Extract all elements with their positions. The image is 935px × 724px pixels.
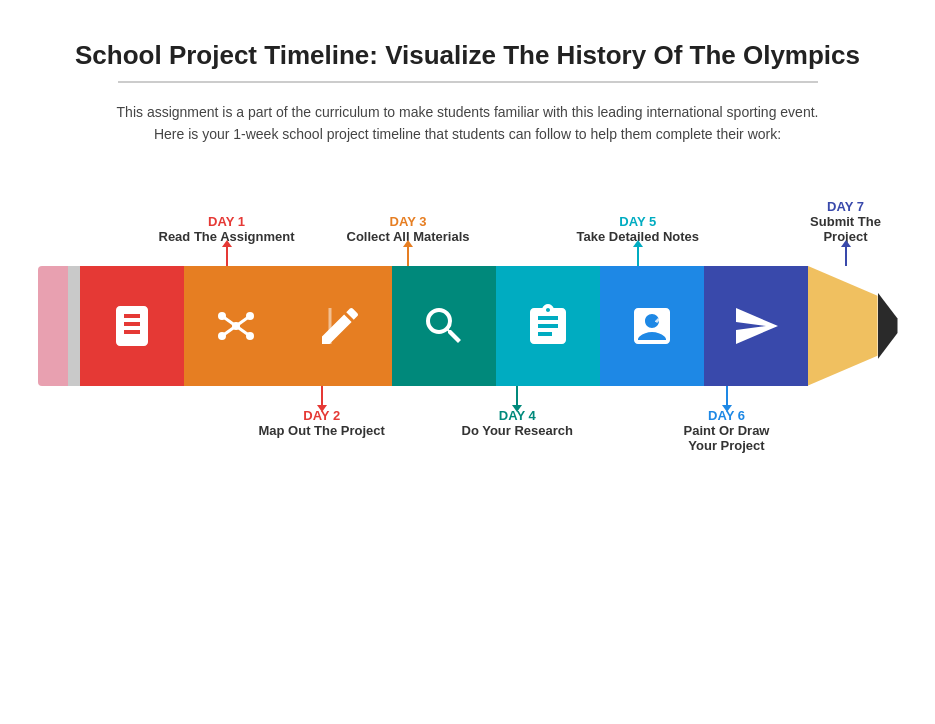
day1-label: DAY 1 (208, 214, 245, 229)
segment-3 (288, 266, 392, 386)
pencil-eraser (38, 266, 68, 386)
day2-text: Map Out The Project (259, 423, 385, 438)
pencil-band (68, 266, 80, 386)
day7-label: DAY 7 (827, 199, 864, 214)
segment-7 (704, 266, 808, 386)
segment-1 (80, 266, 184, 386)
svg-line-5 (222, 316, 236, 326)
page-title: School Project Timeline: Visualize The H… (75, 40, 860, 71)
svg-line-8 (236, 326, 250, 336)
day6-text: Paint Or Draw Your Project (677, 423, 777, 453)
day5-label: DAY 5 (619, 214, 656, 229)
pencil-tip (808, 266, 898, 386)
pencil-bar (38, 266, 898, 386)
title-divider (118, 81, 818, 83)
timeline: DAY 1 Read The Assignment DAY 3 Collect … (40, 186, 895, 486)
segment-2 (184, 266, 288, 386)
svg-line-6 (236, 316, 250, 326)
subtitle: This assignment is a part of the curricu… (117, 101, 819, 146)
segment-5 (496, 266, 600, 386)
segment-6 (600, 266, 704, 386)
day4-text: Do Your Research (462, 423, 574, 438)
svg-line-7 (222, 326, 236, 336)
day3-label: DAY 3 (390, 214, 427, 229)
segment-4 (392, 266, 496, 386)
